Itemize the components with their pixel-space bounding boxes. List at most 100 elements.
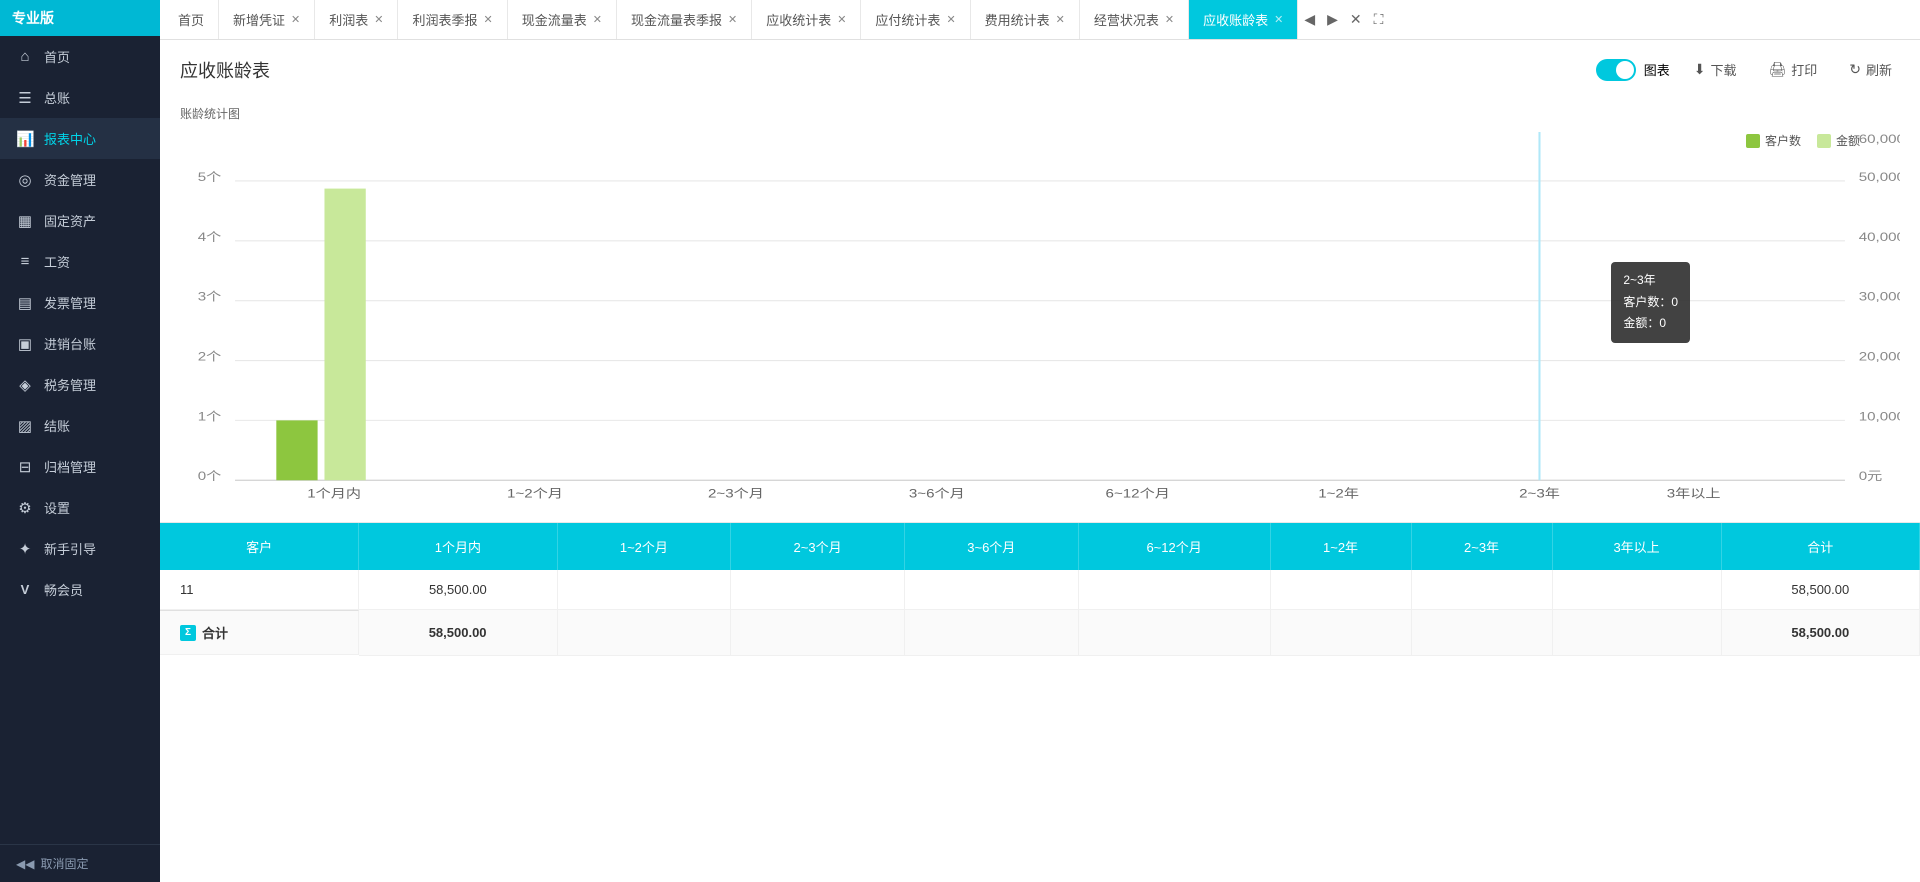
svg-text:0个: 0个 [198,470,222,483]
svg-text:10,000.00元: 10,000.00元 [1859,410,1900,423]
tab-expense-stat-label: 费用统计表 [985,10,1050,29]
sidebar-item-archive[interactable]: ⊟ 归档管理 [0,446,160,487]
tab-aging-close[interactable]: ✕ [1274,13,1283,26]
sidebar-item-tax[interactable]: ◈ 税务管理 [0,364,160,405]
header-actions: 图表 ⬇ 下载 🖨 打印 ↻ 刷新 [1596,56,1900,83]
refresh-button[interactable]: ↻ 刷新 [1841,56,1900,83]
total-year3plus [1552,610,1721,656]
tab-operation-stat-close[interactable]: ✕ [1165,13,1174,26]
svg-text:5个: 5个 [198,170,222,183]
col-header-month23: 2~3个月 [731,523,905,570]
tab-cashflow-quarter[interactable]: 现金流量表季报 ✕ [617,0,752,40]
ledger-icon: ☰ [16,89,34,107]
sidebar-item-close[interactable]: ▨ 结账 [0,405,160,446]
sidebar-item-salary[interactable]: ≡ 工资 [0,241,160,282]
download-button[interactable]: ⬇ 下载 [1686,56,1745,83]
sidebar-item-label: 设置 [44,498,70,517]
cell-month36 [904,570,1078,610]
tab-profit[interactable]: 利润表 ✕ [315,0,398,40]
tab-operation-stat-label: 经营状况表 [1094,10,1159,29]
sidebar-item-guide[interactable]: ✦ 新手引导 [0,528,160,569]
sidebar-item-ledger[interactable]: ☰ 总账 [0,77,160,118]
tab-profit-quarter[interactable]: 利润表季报 ✕ [398,0,507,40]
download-icon: ⬇ [1694,61,1706,78]
svg-text:4个: 4个 [198,230,222,243]
col-header-year23: 2~3年 [1411,523,1552,570]
tab-close-all[interactable]: ✕ [1344,0,1368,40]
chart-toggle[interactable] [1596,59,1636,81]
tab-payable-stat-label: 应付统计表 [875,10,940,29]
invoice-icon: ▤ [16,294,34,312]
tab-voucher[interactable]: 新增凭证 ✕ [219,0,315,40]
cell-month23 [731,570,905,610]
inventory-icon: ▣ [16,335,34,353]
tab-cashflow-close[interactable]: ✕ [593,13,602,26]
sidebar-item-assets[interactable]: ▦ 固定资产 [0,200,160,241]
svg-text:0元: 0元 [1859,470,1883,483]
sidebar-item-reports[interactable]: 📊 报表中心 [0,118,160,159]
reports-icon: 📊 [16,130,34,148]
sidebar-item-funds[interactable]: ◎ 资金管理 [0,159,160,200]
tab-expense-stat[interactable]: 费用统计表 ✕ [971,0,1080,40]
legend-customer-label: 客户数 [1765,132,1801,149]
tab-receivable-stat-close[interactable]: ✕ [837,13,846,26]
svg-text:1个月内: 1个月内 [307,487,361,500]
svg-text:30,000.00元: 30,000.00元 [1859,290,1900,303]
total-icon: Σ [180,625,196,641]
tab-operation-stat[interactable]: 经营状况表 ✕ [1080,0,1189,40]
print-label: 打印 [1791,60,1817,79]
col-header-month1: 1个月内 [359,523,557,570]
svg-text:1~2个月: 1~2个月 [507,487,563,500]
cell-year3plus [1552,570,1721,610]
sidebar-item-label: 工资 [44,252,70,271]
sidebar-item-settings[interactable]: ⚙ 设置 [0,487,160,528]
sidebar: 专业版 ⌂ 首页 ☰ 总账 📊 报表中心 ◎ 资金管理 ▦ 固定资产 ≡ 工资 … [0,0,160,882]
salary-icon: ≡ [16,253,34,270]
tab-voucher-close[interactable]: ✕ [291,13,300,26]
refresh-label: 刷新 [1866,60,1892,79]
sidebar-item-label: 畅会员 [44,580,83,599]
archive-icon: ⊟ [16,458,34,476]
page-title: 应收账龄表 [180,57,270,83]
tab-receivable-stat[interactable]: 应收统计表 ✕ [752,0,861,40]
guide-icon: ✦ [16,540,34,558]
total-month23 [731,610,905,656]
tab-cashflow-quarter-close[interactable]: ✕ [728,13,737,26]
svg-text:3~6个月: 3~6个月 [909,487,965,500]
tab-profit-quarter-label: 利润表季报 [412,10,477,29]
sidebar-item-label: 首页 [44,47,70,66]
collapse-sidebar-button[interactable]: ◀◀ 取消固定 [0,844,160,882]
tab-payable-stat-close[interactable]: ✕ [946,13,955,26]
sidebar-item-label: 税务管理 [44,375,96,394]
tab-cashflow[interactable]: 现金流量表 ✕ [508,0,617,40]
col-header-total: 合计 [1721,523,1919,570]
page-header: 应收账龄表 图表 ⬇ 下载 🖨 打印 ↻ 刷新 [160,40,1920,95]
col-header-year12: 1~2年 [1270,523,1411,570]
sidebar-item-member[interactable]: V 畅会员 [0,569,160,610]
table-container: 客户 1个月内 1~2个月 2~3个月 3~6个月 6~12个月 1~2年 2~… [160,523,1920,656]
tab-profit-close[interactable]: ✕ [374,13,383,26]
data-table: 客户 1个月内 1~2个月 2~3个月 3~6个月 6~12个月 1~2年 2~… [160,523,1920,656]
sidebar-item-label: 固定资产 [44,211,96,230]
print-button[interactable]: 🖨 打印 [1760,56,1825,83]
cell-year23 [1411,570,1552,610]
sidebar-item-inventory[interactable]: ▣ 进销台账 [0,323,160,364]
print-icon: 🖨 [1768,61,1786,78]
chart-title: 账龄统计图 [180,105,1900,122]
total-month612 [1078,610,1270,656]
tab-fullscreen[interactable]: ⛶ [1368,0,1390,40]
tab-nav-next[interactable]: ▶ [1321,0,1344,40]
tab-expense-stat-close[interactable]: ✕ [1056,13,1065,26]
tab-profit-quarter-close[interactable]: ✕ [484,13,493,26]
total-label: 合计 [202,623,228,642]
chart-svg: 0个 1个 2个 3个 4个 5个 0元 10,000.00元 20,000.0… [180,132,1900,502]
tab-nav-prev[interactable]: ◀ [1298,0,1321,40]
tab-home[interactable]: 首页 [164,0,219,40]
chart-toggle-label: 图表 [1644,60,1670,79]
tab-payable-stat[interactable]: 应付统计表 ✕ [861,0,970,40]
sidebar-item-home[interactable]: ⌂ 首页 [0,36,160,77]
sidebar-item-invoice[interactable]: ▤ 发票管理 [0,282,160,323]
member-icon: V [16,582,34,597]
bar-amount-1 [324,189,365,481]
tab-aging[interactable]: 应收账龄表 ✕ [1189,0,1298,40]
